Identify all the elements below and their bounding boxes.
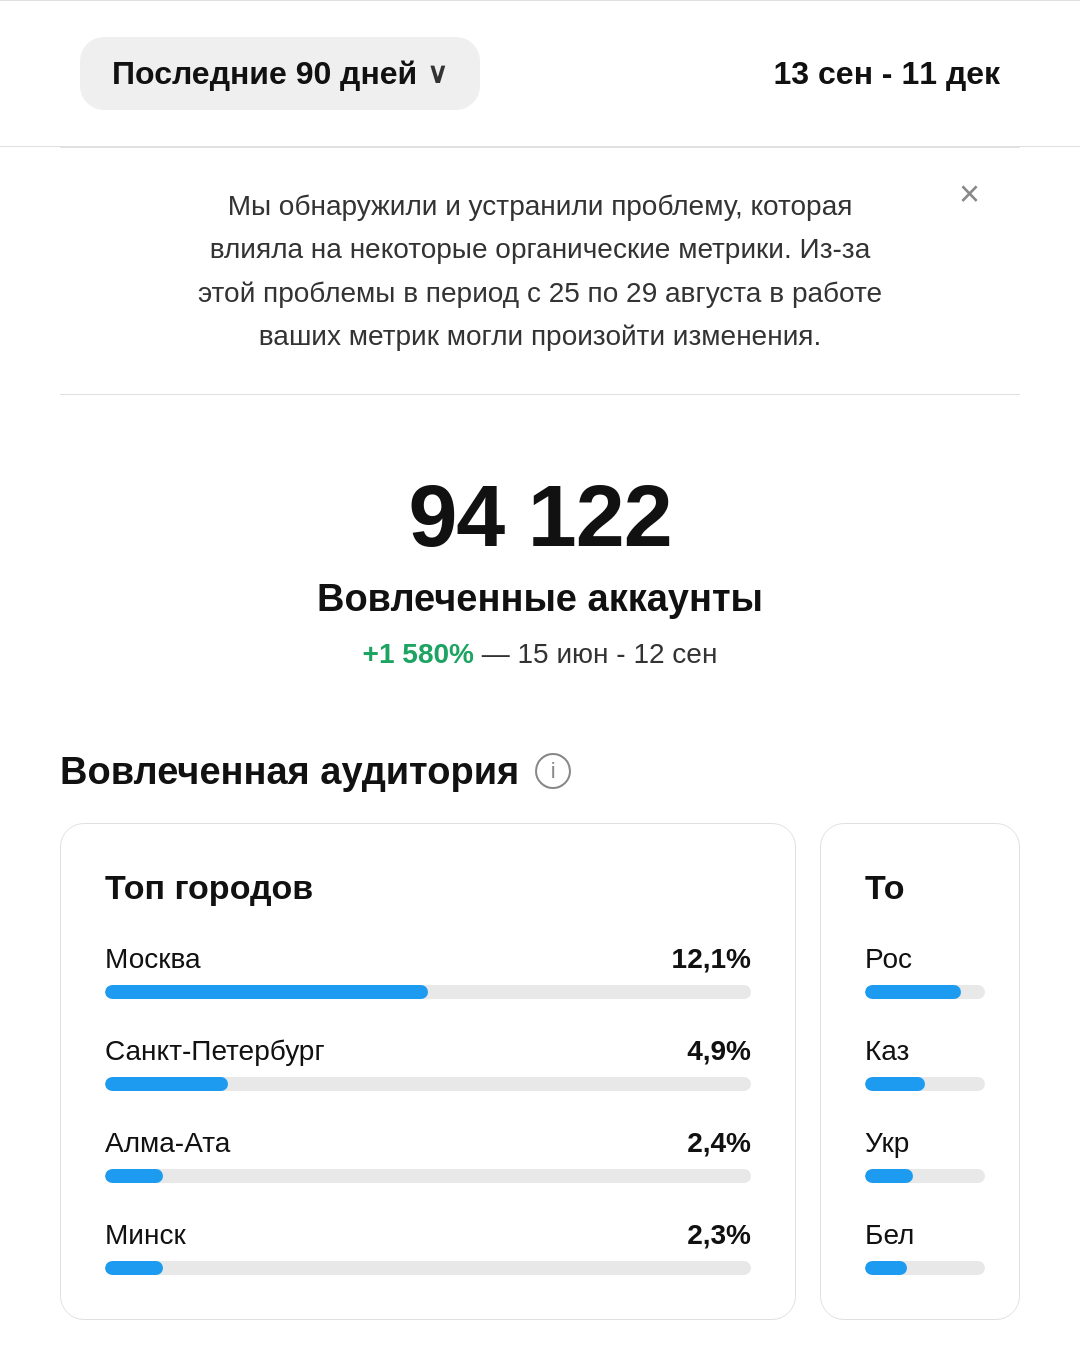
city-label: Алма-Ата: [105, 1127, 230, 1159]
metric-number: 94 122: [40, 465, 1040, 567]
city-pct: 2,3%: [687, 1219, 751, 1251]
city-label: Москва: [105, 943, 201, 975]
close-button[interactable]: ×: [959, 176, 980, 212]
partial-city-label: Рос: [865, 943, 1019, 975]
bar-track: [105, 985, 751, 999]
bar-fill: [105, 1261, 163, 1275]
metric-change: +1 580% — 15 июн - 12 сен: [40, 638, 1040, 670]
chevron-down-icon: ∨: [427, 57, 448, 90]
info-icon[interactable]: i: [535, 753, 571, 789]
countries-card-partial: То Рос Каз Укр Бел: [820, 823, 1020, 1320]
date-range: 13 сен - 11 дек: [774, 55, 1000, 92]
partial-bar-item-kaz: Каз: [865, 1035, 1019, 1091]
metric-change-positive: +1 580%: [363, 638, 474, 669]
partial-bar-item-ukr: Укр: [865, 1127, 1019, 1183]
notice-banner: × Мы обнаружили и устранили проблему, ко…: [60, 147, 1020, 395]
header-row: Последние 90 дней ∨ 13 сен - 11 дек: [0, 1, 1080, 146]
city-pct: 2,4%: [687, 1127, 751, 1159]
bar-track: [105, 1077, 751, 1091]
partial-bar-track: [865, 1261, 985, 1275]
notice-text: Мы обнаружили и устранили проблему, кото…: [190, 184, 890, 358]
partial-bar-fill: [865, 1261, 907, 1275]
partial-bar-track: [865, 985, 985, 999]
partial-bar-item-bel: Бел: [865, 1219, 1019, 1275]
partial-city-label: Бел: [865, 1219, 1019, 1251]
cities-card: Топ городов Москва 12,1% Санкт-Петербург…: [60, 823, 796, 1320]
partial-bar-item-russia: Рос: [865, 943, 1019, 999]
partial-city-label: Каз: [865, 1035, 1019, 1067]
city-label: Санкт-Петербург: [105, 1035, 325, 1067]
partial-bar-fill: [865, 1077, 925, 1091]
partial-bar-track: [865, 1169, 985, 1183]
metric-change-rest: — 15 июн - 12 сен: [474, 638, 717, 669]
city-label: Минск: [105, 1219, 186, 1251]
cards-row: Топ городов Москва 12,1% Санкт-Петербург…: [0, 823, 1080, 1350]
bar-track: [105, 1169, 751, 1183]
period-selector[interactable]: Последние 90 дней ∨: [80, 37, 480, 110]
section-title-row: Вовлеченная аудитория i: [0, 730, 1080, 823]
metric-label: Вовлеченные аккаунты: [40, 577, 1040, 620]
partial-bar-fill: [865, 1169, 913, 1183]
partial-city-label: Укр: [865, 1127, 1019, 1159]
main-metric-section: 94 122 Вовлеченные аккаунты +1 580% — 15…: [0, 395, 1080, 730]
cities-card-title: Топ городов: [105, 868, 751, 907]
period-label: Последние 90 дней: [112, 55, 417, 92]
bar-item-almaty: Алма-Ата 2,4%: [105, 1127, 751, 1183]
partial-bar-fill: [865, 985, 961, 999]
countries-card-title: То: [865, 868, 1019, 907]
section-title: Вовлеченная аудитория: [60, 750, 519, 793]
bar-fill: [105, 1169, 163, 1183]
bar-fill: [105, 1077, 228, 1091]
bar-fill: [105, 985, 428, 999]
city-pct: 12,1%: [672, 943, 751, 975]
partial-bar-track: [865, 1077, 985, 1091]
bar-item-moscow: Москва 12,1%: [105, 943, 751, 999]
bar-item-spb: Санкт-Петербург 4,9%: [105, 1035, 751, 1091]
bar-item-minsk: Минск 2,3%: [105, 1219, 751, 1275]
bar-track: [105, 1261, 751, 1275]
city-pct: 4,9%: [687, 1035, 751, 1067]
